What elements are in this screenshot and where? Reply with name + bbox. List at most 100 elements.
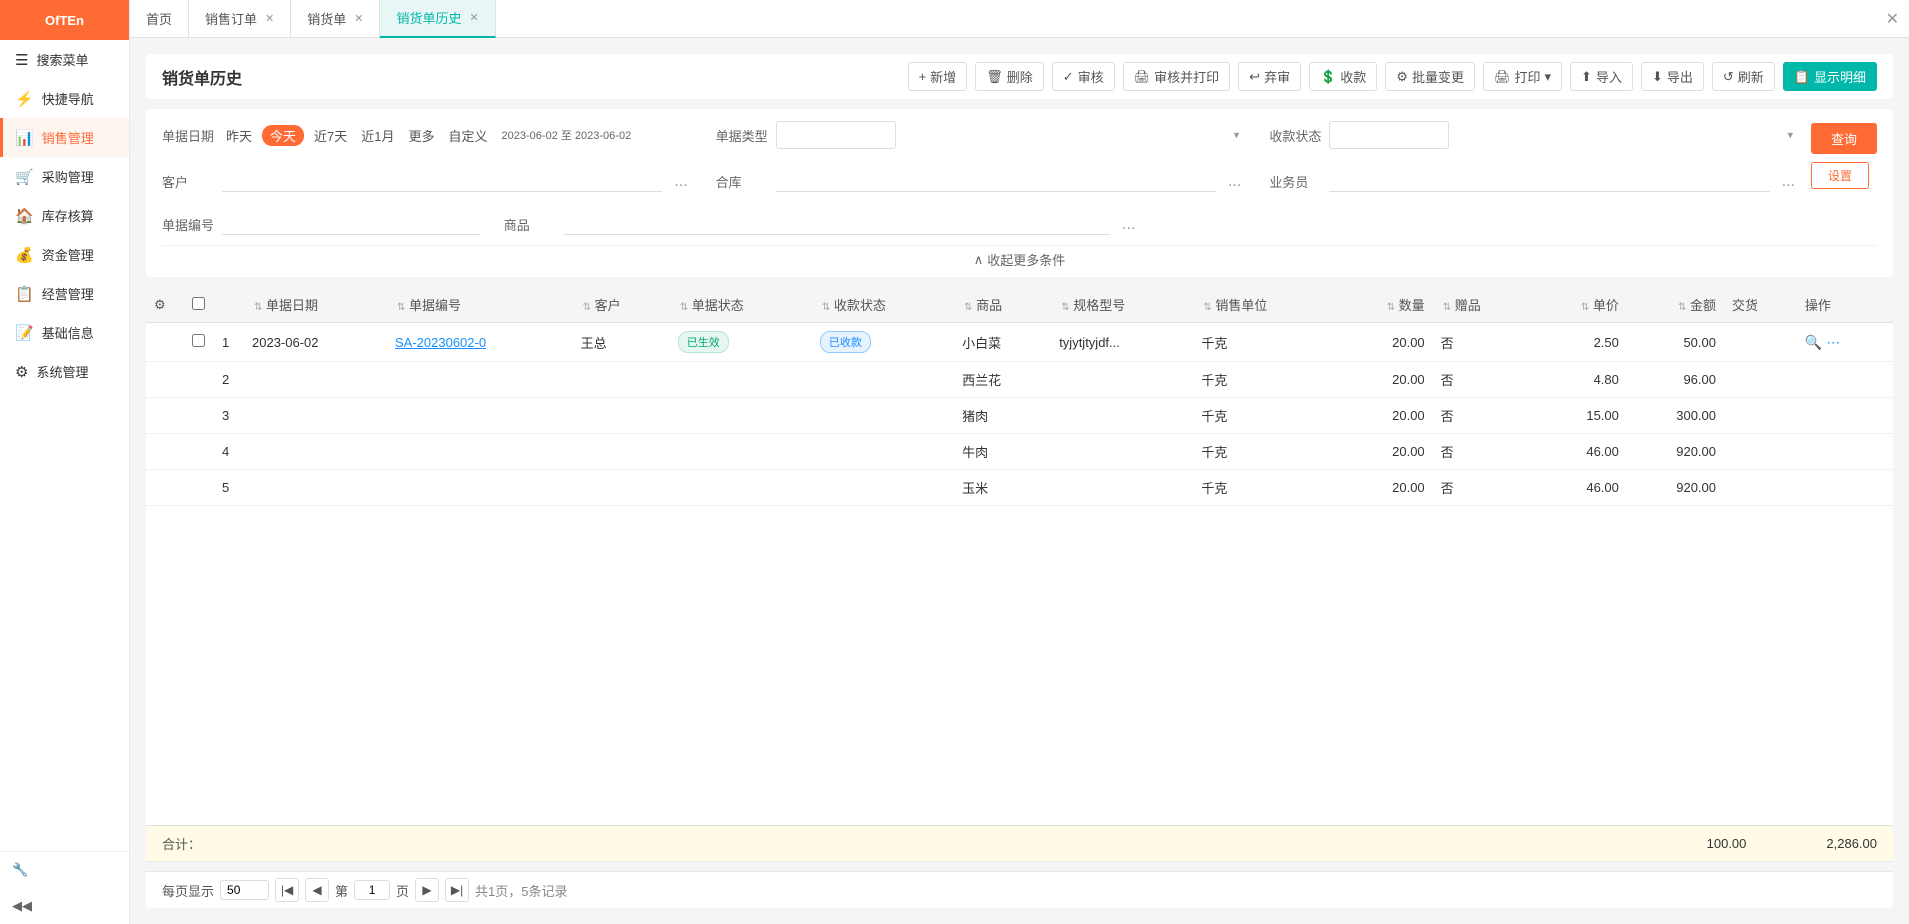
first-page-btn[interactable]: |◀	[275, 878, 299, 902]
current-page-input[interactable]	[354, 880, 390, 900]
sidebar-bottom-toggle[interactable]: ◀◀	[0, 888, 129, 924]
tab-sales-delivery-close[interactable]: ✕	[354, 12, 363, 25]
salesperson-ellipsis-btn[interactable]: ...	[1778, 173, 1799, 191]
total-amount-value: 2,286.00	[1826, 836, 1877, 851]
shortcut-7days[interactable]: 近7天	[310, 125, 351, 146]
tab-bar-close-all[interactable]: ✕	[1886, 9, 1909, 29]
col-date-header[interactable]: ⇅ 单据日期	[244, 287, 387, 323]
amount-cell: 50.00	[1627, 323, 1724, 362]
goods-input[interactable]	[564, 214, 1110, 235]
more-icon[interactable]: ⋯	[1826, 334, 1840, 350]
btn-refresh[interactable]: ↺ 刷新	[1712, 62, 1775, 91]
txn-cell	[1724, 398, 1797, 434]
sidebar-item-finance-mgmt[interactable]: 💰 资金管理	[0, 235, 129, 274]
payment-status-select[interactable]	[1329, 121, 1449, 149]
tab-sales-order-close[interactable]: ✕	[265, 12, 274, 25]
sidebar-item-inventory[interactable]: 🏠 库存核算	[0, 196, 129, 235]
docno-link[interactable]: SA-20230602-0	[395, 335, 486, 350]
tab-sales-history-close[interactable]: ✕	[470, 11, 479, 24]
last-page-btn[interactable]: ▶|	[445, 878, 469, 902]
btn-audit[interactable]: ✓ 审核	[1052, 62, 1115, 91]
select-all-checkbox[interactable]	[192, 297, 205, 310]
sidebar-item-quick-nav[interactable]: ⚡ 快捷导航	[0, 79, 129, 118]
shortcut-more[interactable]: 更多	[405, 125, 439, 146]
btn-audit-print[interactable]: 🖨 审核并打印	[1123, 62, 1231, 91]
sidebar-item-label: 资金管理	[42, 245, 94, 264]
goods-ellipsis-btn[interactable]: ...	[1118, 216, 1139, 234]
prev-page-btn[interactable]: ◀	[305, 878, 329, 902]
txn-cell	[1724, 434, 1797, 470]
customer-input[interactable]	[222, 171, 662, 192]
btn-new[interactable]: + 新增	[908, 62, 968, 91]
scrollbar-area[interactable]	[146, 861, 1893, 871]
shortcut-today[interactable]: 今天	[262, 125, 304, 146]
docno-cell	[387, 362, 573, 398]
main-content: 首页 销售订单 ✕ 销货单 ✕ 销货单历史 ✕ ✕ 销货单历史 + 新增	[130, 0, 1909, 924]
col-customer-header[interactable]: ⇅ 客户	[573, 287, 670, 323]
col-payment-header[interactable]: ⇅ 收款状态	[812, 287, 954, 323]
shortcut-yesterday[interactable]: 昨天	[222, 125, 256, 146]
sidebar-item-basic-info[interactable]: 📝 基础信息	[0, 313, 129, 352]
sort-icon: ⇅	[397, 302, 405, 313]
row-checkbox[interactable]	[192, 334, 205, 347]
col-docno-header[interactable]: ⇅ 单据编号	[387, 287, 573, 323]
collapse-btn[interactable]: ∧ 收起更多条件	[162, 245, 1877, 273]
btn-abandon[interactable]: ↩ 弃审	[1238, 62, 1301, 91]
btn-print[interactable]: 🖨 打印 ▾	[1483, 62, 1562, 91]
page-size-select[interactable]: 50 10 20 100	[220, 880, 269, 900]
finance-mgmt-icon: 💰	[15, 246, 34, 264]
gift-cell: 否	[1433, 470, 1530, 506]
shortcut-1month[interactable]: 近1月	[357, 125, 398, 146]
col-gift-header[interactable]: ⇅ 赠品	[1433, 287, 1530, 323]
col-txn-header[interactable]: 交货	[1724, 287, 1797, 323]
sidebar-item-purchase-mgmt[interactable]: 🛒 采购管理	[0, 157, 129, 196]
tab-sales-order[interactable]: 销售订单 ✕	[189, 0, 291, 38]
payment-cell	[812, 470, 954, 506]
sidebar-item-search-menu[interactable]: ☰ 搜索菜单	[0, 40, 129, 79]
col-status-header[interactable]: ⇅ 单据状态	[670, 287, 812, 323]
next-page-btn[interactable]: ▶	[415, 878, 439, 902]
price-cell: 4.80	[1530, 362, 1627, 398]
col-amount-header[interactable]: ⇅ 金额	[1627, 287, 1724, 323]
sidebar-item-operations-mgmt[interactable]: 📋 经营管理	[0, 274, 129, 313]
docno-input[interactable]	[222, 214, 480, 235]
warehouse-input[interactable]	[776, 171, 1216, 192]
sidebar-bottom-settings[interactable]: 🔧	[0, 852, 129, 888]
preview-icon[interactable]: 🔍	[1805, 334, 1822, 350]
col-spec-header[interactable]: ⇅ 规格型号	[1051, 287, 1193, 323]
sidebar-logo: OfTEn	[0, 0, 129, 40]
table-footer: 合计： 100.00 2,286.00	[146, 825, 1893, 861]
col-goods-header[interactable]: ⇅ 商品	[954, 287, 1051, 323]
col-price-header[interactable]: ⇅ 单价	[1530, 287, 1627, 323]
op-cell: 🔍⋯	[1797, 323, 1893, 362]
col-checkbox-header[interactable]	[182, 287, 214, 323]
btn-delete[interactable]: 🗑 删除	[975, 62, 1044, 91]
warehouse-ellipsis-btn[interactable]: ...	[1224, 173, 1245, 191]
btn-collect[interactable]: 💲 收款	[1309, 62, 1377, 91]
btn-batch-change[interactable]: ⚙ 批量变更	[1385, 62, 1475, 91]
show-detail-icon: 📋	[1794, 69, 1810, 85]
docno-cell	[387, 470, 573, 506]
table-row: 4 牛肉 千克 20.00 否 46.00 920.00	[146, 434, 1893, 470]
btn-show-detail[interactable]: 📋 显示明细	[1783, 62, 1877, 91]
filter-row-2: 客户 ... 合库 ... 业务员	[162, 171, 1799, 192]
gift-cell: 否	[1433, 362, 1530, 398]
sidebar-item-system-mgmt[interactable]: ⚙ 系统管理	[0, 352, 129, 391]
btn-export[interactable]: ⬇ 导出	[1641, 62, 1704, 91]
tab-home[interactable]: 首页	[130, 0, 189, 38]
page-title: 销货单历史	[162, 65, 242, 89]
sidebar-item-sales-mgmt[interactable]: 📊 销售管理	[0, 118, 129, 157]
setting-button[interactable]: 设置	[1811, 162, 1869, 189]
tab-sales-history[interactable]: 销货单历史 ✕	[380, 0, 495, 38]
col-gear-header[interactable]: ⚙	[146, 287, 182, 323]
shortcut-custom[interactable]: 自定义	[445, 125, 492, 146]
sidebar: OfTEn ☰ 搜索菜单 ⚡ 快捷导航 📊 销售管理 🛒 采购管理 🏠 库存核算…	[0, 0, 130, 924]
customer-ellipsis-btn[interactable]: ...	[670, 173, 691, 191]
col-qty-header[interactable]: ⇅ 数量	[1336, 287, 1433, 323]
doc-type-select[interactable]	[776, 121, 896, 149]
col-unit-header[interactable]: ⇅ 销售单位	[1193, 287, 1335, 323]
btn-import[interactable]: ⬆ 导入	[1570, 62, 1633, 91]
tab-sales-delivery[interactable]: 销货单 ✕	[291, 0, 380, 38]
salesperson-input[interactable]	[1329, 171, 1769, 192]
query-button[interactable]: 查询	[1811, 123, 1877, 154]
